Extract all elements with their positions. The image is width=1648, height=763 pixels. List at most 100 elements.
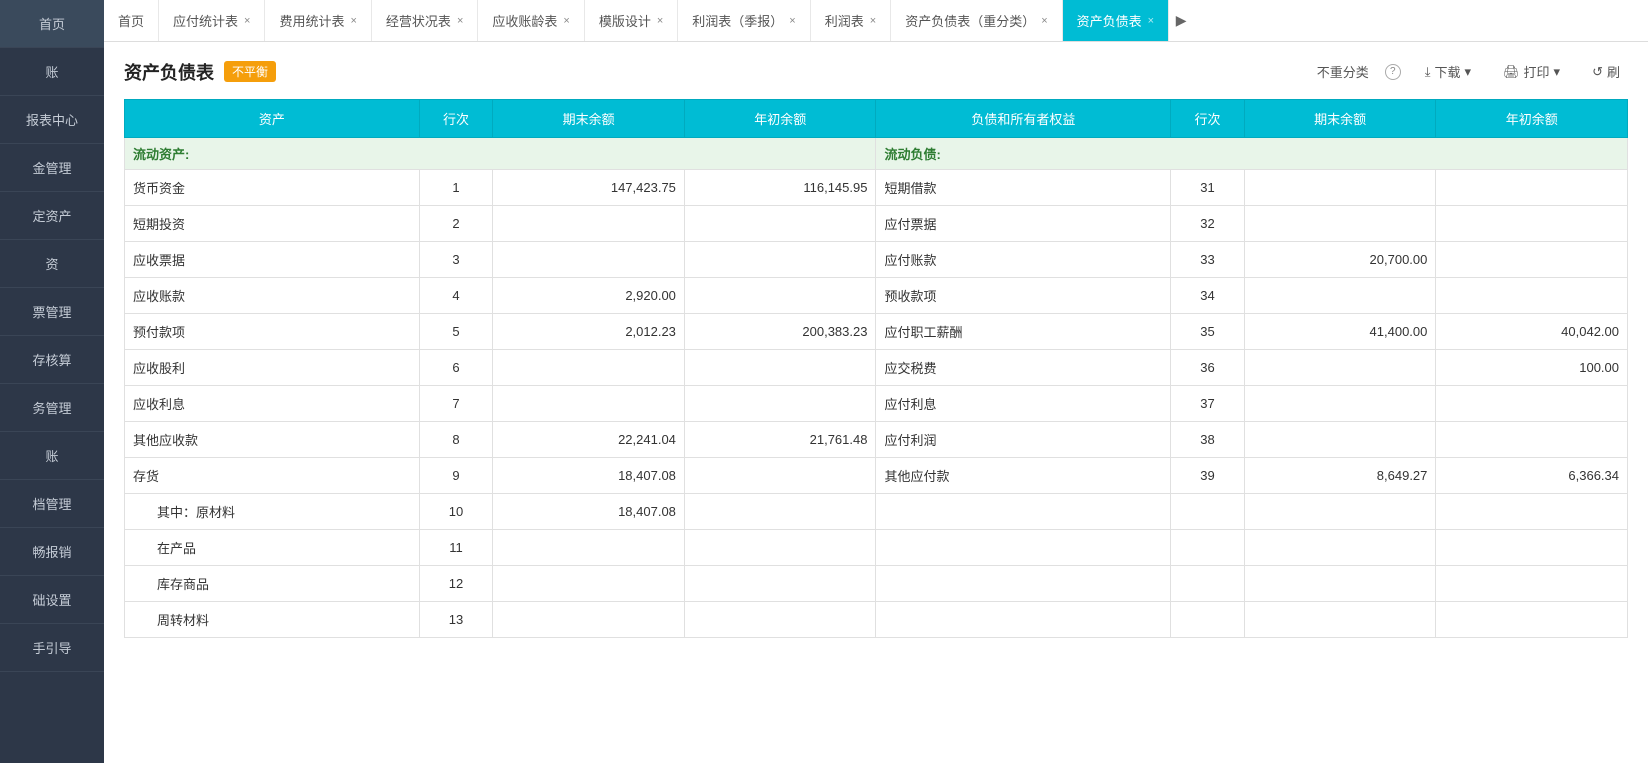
refresh-button[interactable]: ↺ 刷 (1584, 58, 1628, 85)
liability-beginning-balance (1436, 386, 1628, 422)
liability-name[interactable]: 应付账款 (876, 242, 1171, 278)
tab-close-payable-stats[interactable]: × (244, 15, 250, 27)
liability-name[interactable] (876, 530, 1171, 566)
tab-payable-stats[interactable]: 应付统计表 × (159, 0, 265, 42)
sidebar: 首页 账 报表中心 金管理 定资产 资 票管理 存核算 务管理 账 档管理 畅报… (0, 0, 104, 763)
tab-income-quarterly[interactable]: 利润表（季报） × (678, 0, 810, 42)
asset-name[interactable]: 应收账款 (125, 278, 420, 314)
asset-row-num: 6 (419, 350, 493, 386)
tab-operations[interactable]: 经营状况表 × (372, 0, 478, 42)
download-button[interactable]: ⤓ 下载 ▾ (1417, 58, 1479, 85)
print-button[interactable]: 🖨 打印 ▾ (1495, 58, 1568, 85)
asset-row-num: 7 (419, 386, 493, 422)
liability-ending-balance (1244, 530, 1436, 566)
asset-name[interactable]: 预付款项 (125, 314, 420, 350)
sidebar-item-tax-management[interactable]: 务管理 (0, 384, 104, 432)
table-row: 货币资金 1 147,423.75 116,145.95 短期借款 31 (125, 170, 1628, 206)
sidebar-item-account[interactable]: 账 (0, 432, 104, 480)
tab-expense-stats[interactable]: 费用统计表 × (265, 0, 371, 42)
asset-name[interactable]: 货币资金 (125, 170, 420, 206)
liability-name[interactable] (876, 566, 1171, 602)
page-header: 资产负债表 不平衡 不重分类 ? ⤓ 下载 ▾ 🖨 打印 ▾ ↺ 刷 (124, 58, 1628, 85)
liability-name[interactable]: 应付利润 (876, 422, 1171, 458)
sidebar-item-home[interactable]: 首页 (0, 0, 104, 48)
table-row: 其他应收款 8 22,241.04 21,761.48 应付利润 38 (125, 422, 1628, 458)
sidebar-item-archive[interactable]: 档管理 (0, 480, 104, 528)
liability-row-num: 39 (1171, 458, 1245, 494)
sidebar-item-investment[interactable]: 资 (0, 240, 104, 288)
tab-balance-sheet[interactable]: 资产负债表 × (1063, 0, 1169, 42)
liability-row-num: 37 (1171, 386, 1245, 422)
asset-ending-balance (493, 242, 685, 278)
tab-close-income-quarterly[interactable]: × (789, 15, 795, 27)
liability-beginning-balance (1436, 566, 1628, 602)
sidebar-item-ledger[interactable]: 账 (0, 48, 104, 96)
asset-name[interactable]: 周转材料 (125, 602, 420, 638)
liability-name[interactable]: 预收款项 (876, 278, 1171, 314)
tab-ar-aging[interactable]: 应收账龄表 × (478, 0, 584, 42)
sidebar-item-report-center[interactable]: 报表中心 (0, 96, 104, 144)
asset-name[interactable]: 应收票据 (125, 242, 420, 278)
tab-scroll-right[interactable]: ▶ (1169, 0, 1193, 42)
sidebar-item-fixed-assets[interactable]: 定资产 (0, 192, 104, 240)
tab-home[interactable]: 首页 (104, 0, 159, 42)
liability-name[interactable]: 其他应付款 (876, 458, 1171, 494)
liability-name[interactable]: 应付职工薪酬 (876, 314, 1171, 350)
asset-row-num: 13 (419, 602, 493, 638)
asset-name[interactable]: 短期投资 (125, 206, 420, 242)
asset-name[interactable]: 在产品 (125, 530, 420, 566)
col-header-liabilities: 负债和所有者权益 (876, 100, 1171, 138)
liability-beginning-balance (1436, 278, 1628, 314)
liability-name[interactable] (876, 494, 1171, 530)
page-title: 资产负债表 (124, 59, 214, 85)
asset-row-num: 2 (419, 206, 493, 242)
tab-income[interactable]: 利润表 × (811, 0, 891, 42)
col-header-beginning-balance2: 年初余额 (1436, 100, 1628, 138)
tab-close-expense-stats[interactable]: × (350, 15, 356, 27)
sidebar-item-settings[interactable]: 础设置 (0, 576, 104, 624)
col-header-ending-balance2: 期末余额 (1244, 100, 1436, 138)
asset-beginning-balance (684, 458, 876, 494)
tab-close-balance-sheet[interactable]: × (1148, 15, 1154, 27)
tab-close-income[interactable]: × (870, 15, 876, 27)
asset-name[interactable]: 库存商品 (125, 566, 420, 602)
asset-name[interactable]: 应收股利 (125, 350, 420, 386)
sidebar-item-bill-management[interactable]: 票管理 (0, 288, 104, 336)
tab-balance-reclassified[interactable]: 资产负债表（重分类） × (891, 0, 1062, 42)
asset-row-num: 10 (419, 494, 493, 530)
asset-beginning-balance (684, 530, 876, 566)
sidebar-item-inventory[interactable]: 存核算 (0, 336, 104, 384)
asset-name[interactable]: 其中：原材料 (125, 494, 420, 530)
liability-name[interactable] (876, 602, 1171, 638)
asset-beginning-balance (684, 602, 876, 638)
liability-name[interactable]: 应付利息 (876, 386, 1171, 422)
help-icon[interactable]: ? (1385, 64, 1401, 80)
unbalanced-badge: 不平衡 (224, 61, 276, 82)
sidebar-item-fund-management[interactable]: 金管理 (0, 144, 104, 192)
liability-name[interactable]: 应交税费 (876, 350, 1171, 386)
liability-name[interactable]: 短期借款 (876, 170, 1171, 206)
liability-row-num: 35 (1171, 314, 1245, 350)
liability-beginning-balance (1436, 242, 1628, 278)
liability-row-num (1171, 566, 1245, 602)
tab-close-operations[interactable]: × (457, 15, 463, 27)
table-row: 应收股利 6 应交税费 36 100.00 (125, 350, 1628, 386)
content-area: 资产负债表 不平衡 不重分类 ? ⤓ 下载 ▾ 🖨 打印 ▾ ↺ 刷 (104, 42, 1648, 763)
sidebar-item-expense[interactable]: 畅报销 (0, 528, 104, 576)
tab-close-ar-aging[interactable]: × (563, 15, 569, 27)
sidebar-item-guide[interactable]: 手引导 (0, 624, 104, 672)
tab-close-balance-reclassified[interactable]: × (1041, 15, 1047, 27)
asset-name[interactable]: 应收利息 (125, 386, 420, 422)
table-row: 其中：原材料 10 18,407.08 (125, 494, 1628, 530)
tab-template-design[interactable]: 模版设计 × (585, 0, 678, 42)
tab-close-template-design[interactable]: × (657, 15, 663, 27)
liability-name[interactable]: 应付票据 (876, 206, 1171, 242)
asset-name[interactable]: 存货 (125, 458, 420, 494)
balance-sheet-table: 资产 行次 期末余额 年初余额 负债和所有者权益 行次 期末余额 年初余额 流动… (124, 99, 1628, 638)
table-header-row: 资产 行次 期末余额 年初余额 负债和所有者权益 行次 期末余额 年初余额 (125, 100, 1628, 138)
page-title-area: 资产负债表 不平衡 (124, 59, 276, 85)
asset-ending-balance: 2,012.23 (493, 314, 685, 350)
table-row: 应收利息 7 应付利息 37 (125, 386, 1628, 422)
liability-ending-balance (1244, 170, 1436, 206)
asset-name[interactable]: 其他应收款 (125, 422, 420, 458)
